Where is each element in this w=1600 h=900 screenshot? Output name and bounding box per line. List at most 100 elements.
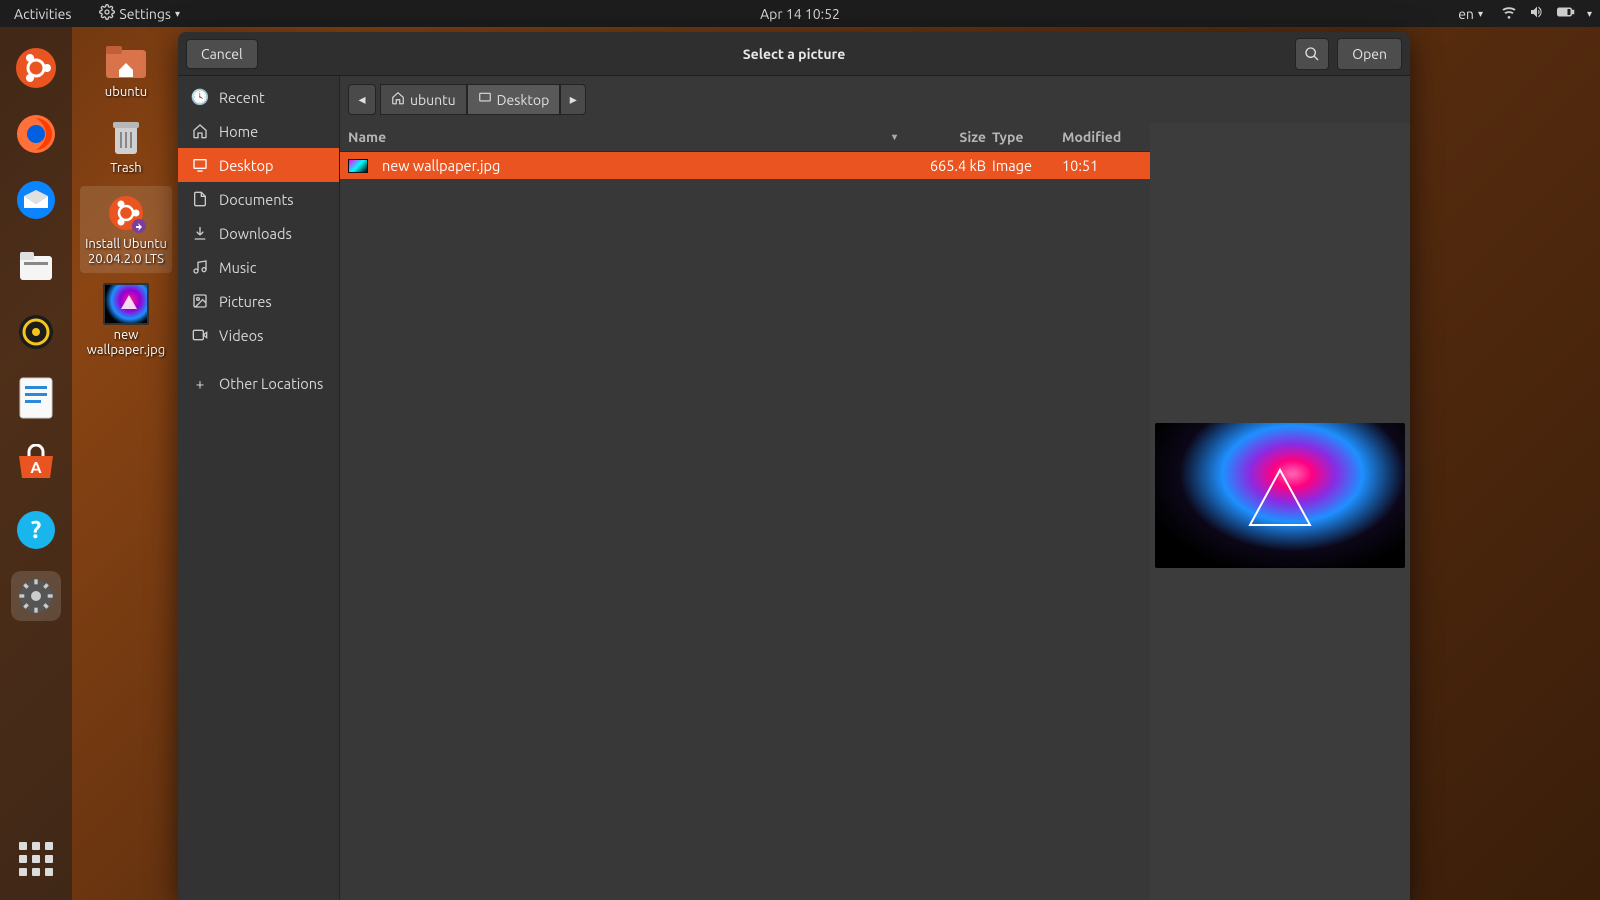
dock-writer-icon[interactable]: [11, 373, 61, 423]
open-button[interactable]: Open: [1337, 38, 1402, 70]
desktop-install-ubuntu[interactable]: Install Ubuntu 20.04.2.0 LTS: [80, 186, 172, 273]
lang-label: en: [1458, 6, 1474, 22]
battery-icon[interactable]: [1557, 4, 1575, 23]
home-icon: [391, 91, 405, 108]
file-modified: 10:51: [1062, 157, 1142, 174]
sidebar-item-music[interactable]: Music: [178, 250, 339, 284]
file-thumbnail-icon: [348, 159, 368, 173]
chevron-down-icon: ▾: [175, 8, 180, 20]
path-bar: ◂ ubuntu Desktop ▸: [340, 76, 1410, 123]
preview-image: [1155, 423, 1405, 568]
videos-icon: [191, 326, 209, 344]
app-menu-label: Settings: [119, 6, 171, 22]
sidebar-item-other-locations[interactable]: + Other Locations: [178, 366, 339, 400]
dock-rhythmbox-icon[interactable]: [11, 307, 61, 357]
column-modified-header[interactable]: Modified: [1062, 129, 1142, 145]
sidebar-item-desktop[interactable]: Desktop: [178, 148, 339, 182]
desktop-item-label: Install Ubuntu 20.04.2.0 LTS: [80, 237, 172, 267]
path-segment-label: ubuntu: [410, 92, 456, 108]
path-back-button[interactable]: ◂: [348, 84, 376, 115]
dock: A ?: [0, 27, 72, 900]
svg-text:?: ?: [31, 516, 42, 543]
dock-firefox-icon[interactable]: [11, 109, 61, 159]
sidebar-item-home[interactable]: Home: [178, 114, 339, 148]
column-label: Size: [959, 129, 986, 145]
file-row[interactable]: new wallpaper.jpg 665.4 kB Image 10:51: [340, 152, 1150, 179]
sidebar-item-videos[interactable]: Videos: [178, 318, 339, 352]
sidebar-item-label: Other Locations: [219, 375, 323, 392]
sidebar-item-label: Music: [219, 259, 256, 276]
settings-icon: [99, 4, 115, 23]
chevron-right-icon: ▸: [570, 91, 577, 108]
sort-indicator-icon: ▾: [892, 131, 897, 143]
dock-ubuntu-icon[interactable]: [11, 43, 61, 93]
sidebar-item-recent[interactable]: 🕓 Recent: [178, 80, 339, 114]
sidebar-item-downloads[interactable]: Downloads: [178, 216, 339, 250]
dock-help-icon[interactable]: ?: [11, 505, 61, 555]
sidebar-item-label: Videos: [219, 327, 263, 344]
desktop-wallpaper-file[interactable]: new wallpaper.jpg: [80, 277, 172, 364]
column-name-header[interactable]: Name ▾: [348, 129, 907, 145]
home-icon: [191, 122, 209, 140]
svg-text:A: A: [30, 459, 42, 477]
dock-software-icon[interactable]: A: [11, 439, 61, 489]
downloads-icon: [191, 224, 209, 242]
desktop-icons: ubuntu Trash Install Ubuntu 20.04.2.0 LT…: [80, 34, 172, 364]
app-menu[interactable]: Settings ▾: [93, 1, 186, 26]
top-panel: Activities Settings ▾ Apr 14 10:52 en ▾ ▾: [0, 0, 1600, 27]
preview-pane: [1150, 123, 1410, 900]
dialog-title: Select a picture: [743, 46, 846, 62]
datetime-label: Apr 14 10:52: [760, 6, 840, 22]
column-label: Name: [348, 129, 386, 145]
clock-icon: 🕓: [191, 88, 209, 106]
search-button[interactable]: [1295, 38, 1329, 70]
desktop-item-label: ubuntu: [105, 85, 147, 100]
chevron-left-icon: ◂: [358, 91, 365, 108]
sidebar-item-label: Documents: [219, 191, 294, 208]
dock-settings-icon[interactable]: [11, 571, 61, 621]
column-type-header[interactable]: Type: [992, 129, 1062, 145]
music-icon: [191, 258, 209, 276]
sidebar-item-label: Downloads: [219, 225, 292, 242]
places-sidebar: 🕓 Recent Home Desktop Documents Downloads…: [178, 76, 340, 900]
sidebar-item-documents[interactable]: Documents: [178, 182, 339, 216]
desktop-trash[interactable]: Trash: [80, 110, 172, 182]
clock[interactable]: Apr 14 10:52: [760, 6, 840, 22]
column-label: Type: [992, 129, 1023, 145]
sidebar-item-label: Recent: [219, 89, 265, 106]
activities-label: Activities: [14, 6, 71, 22]
file-name: new wallpaper.jpg: [382, 157, 500, 174]
file-chooser-dialog: Cancel Select a picture Open 🕓 Recent Hom…: [178, 32, 1410, 900]
sidebar-item-pictures[interactable]: Pictures: [178, 284, 339, 318]
volume-icon[interactable]: [1529, 4, 1545, 23]
path-segment-desktop[interactable]: Desktop: [467, 84, 561, 115]
sidebar-item-label: Desktop: [219, 157, 273, 174]
list-header: Name ▾ Size Type Modified: [340, 123, 1150, 152]
input-source-indicator[interactable]: en ▾: [1452, 3, 1489, 25]
pictures-icon: [191, 292, 209, 310]
column-label: Modified: [1062, 129, 1121, 145]
dock-files-icon[interactable]: [11, 241, 61, 291]
dock-thunderbird-icon[interactable]: [11, 175, 61, 225]
desktop-home-folder[interactable]: ubuntu: [80, 34, 172, 106]
sidebar-item-label: Pictures: [219, 293, 272, 310]
documents-icon: [191, 190, 209, 208]
chevron-down-icon: ▾: [1478, 8, 1483, 20]
desktop-item-label: new wallpaper.jpg: [80, 328, 172, 358]
show-applications-icon[interactable]: [11, 834, 61, 884]
path-segment-home[interactable]: ubuntu: [380, 84, 467, 115]
desktop-icon: [478, 91, 492, 108]
network-icon[interactable]: [1501, 4, 1517, 23]
search-icon: [1304, 46, 1320, 62]
file-type: Image: [992, 157, 1062, 174]
chevron-down-icon[interactable]: ▾: [1587, 8, 1592, 20]
activities-button[interactable]: Activities: [8, 3, 77, 25]
file-size: 665.4 kB: [907, 157, 992, 174]
sidebar-item-label: Home: [219, 123, 258, 140]
plus-icon: +: [191, 374, 209, 392]
column-size-header[interactable]: Size: [907, 129, 992, 145]
file-list: Name ▾ Size Type Modified new wallpaper.j…: [340, 123, 1150, 900]
cancel-button[interactable]: Cancel: [186, 39, 258, 69]
path-forward-button[interactable]: ▸: [560, 84, 586, 115]
desktop-icon: [191, 156, 209, 174]
